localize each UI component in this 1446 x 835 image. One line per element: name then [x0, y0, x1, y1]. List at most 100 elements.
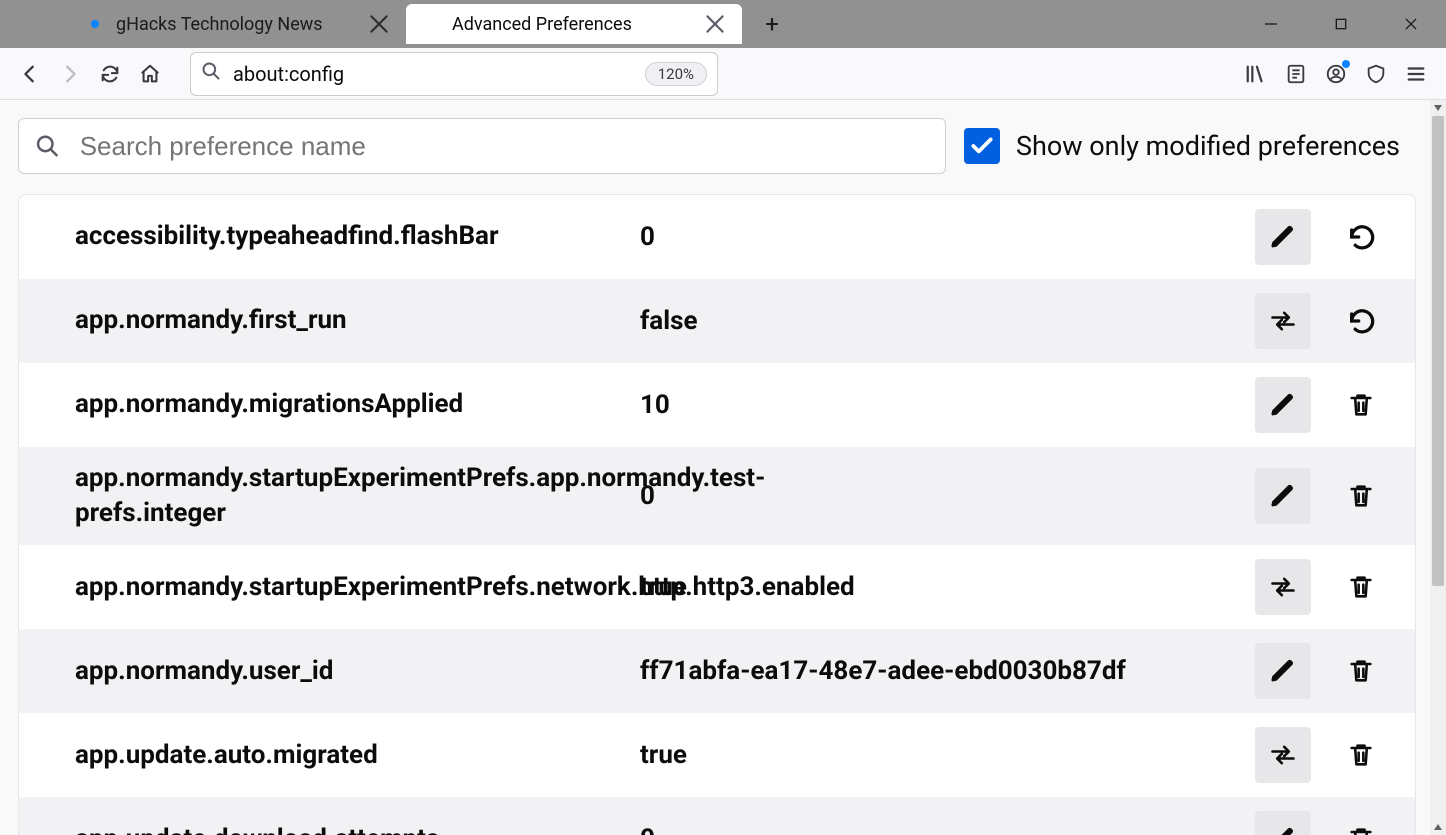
new-tab-button[interactable]: +: [754, 6, 790, 42]
pref-actions: [1255, 811, 1389, 835]
pref-value: 0: [640, 824, 1255, 835]
zoom-indicator[interactable]: 120%: [645, 62, 707, 86]
pref-row: app.normandy.first_runfalse: [19, 279, 1415, 363]
pref-row: app.update.download.attempts0: [19, 797, 1415, 835]
pref-actions: [1255, 377, 1389, 433]
edit-icon: [1269, 482, 1297, 510]
pref-row: app.normandy.startupExperimentPrefs.netw…: [19, 545, 1415, 629]
edit-icon: [1269, 825, 1297, 835]
pref-value: 0: [640, 481, 1255, 511]
edit-button[interactable]: [1255, 811, 1311, 835]
reset-icon: [1347, 223, 1375, 251]
home-button[interactable]: [130, 54, 170, 94]
pref-name: app.normandy.user_id: [75, 654, 640, 689]
pref-value: 0: [640, 222, 1255, 252]
navbar: about:config 120%: [0, 48, 1446, 100]
pref-name: app.normandy.migrationsApplied: [75, 387, 640, 422]
pref-name: app.update.download.attempts: [75, 822, 640, 835]
delete-button[interactable]: [1333, 727, 1389, 783]
reset-button[interactable]: [1333, 209, 1389, 265]
maximize-button[interactable]: [1306, 0, 1376, 48]
toggle-icon: [1269, 307, 1297, 335]
account-button[interactable]: [1316, 54, 1356, 94]
pref-value: false: [640, 306, 1255, 336]
pref-row: app.normandy.startupExperimentPrefs.app.…: [19, 447, 1415, 545]
delete-button[interactable]: [1333, 377, 1389, 433]
pref-value: true: [640, 740, 1255, 770]
tab-advanced-preferences[interactable]: Advanced Preferences: [406, 4, 742, 44]
pref-value: true: [640, 572, 1255, 602]
pref-name: app.update.auto.migrated: [75, 738, 640, 773]
edit-button[interactable]: [1255, 377, 1311, 433]
search-icon: [35, 133, 60, 159]
library-button[interactable]: [1236, 54, 1276, 94]
pref-actions: [1255, 209, 1389, 265]
delete-icon: [1347, 657, 1375, 685]
edit-button[interactable]: [1255, 468, 1311, 524]
back-button[interactable]: [10, 54, 50, 94]
close-tab-button[interactable]: [702, 11, 728, 37]
delete-icon: [1347, 573, 1375, 601]
edit-button[interactable]: [1255, 209, 1311, 265]
about-config-content: Show only modified preferences accessibi…: [0, 100, 1430, 835]
urlbar[interactable]: about:config 120%: [190, 52, 718, 96]
reader-view-button[interactable]: [1276, 54, 1316, 94]
delete-icon: [1347, 482, 1375, 510]
pref-row: app.normandy.user_idff71abfa-ea17-48e7-a…: [19, 629, 1415, 713]
delete-button[interactable]: [1333, 811, 1389, 835]
pref-actions: [1255, 727, 1389, 783]
forward-button[interactable]: [50, 54, 90, 94]
ublock-button[interactable]: [1356, 54, 1396, 94]
pref-actions: [1255, 643, 1389, 699]
pref-name: app.normandy.first_run: [75, 303, 640, 338]
edit-button[interactable]: [1255, 643, 1311, 699]
pref-actions: [1255, 468, 1389, 524]
toggle-icon: [1269, 573, 1297, 601]
preference-search[interactable]: [18, 118, 946, 174]
pref-actions: [1255, 559, 1389, 615]
checkbox-checked-icon: [964, 128, 1000, 164]
tab-ghacks[interactable]: gHacks Technology News: [70, 4, 406, 44]
scroll-down-button[interactable]: [1430, 819, 1446, 835]
toggle-button[interactable]: [1255, 727, 1311, 783]
reset-button[interactable]: [1333, 293, 1389, 349]
vertical-scrollbar[interactable]: [1430, 100, 1446, 835]
window-controls: [1236, 0, 1446, 48]
reload-button[interactable]: [90, 54, 130, 94]
app-menu-button[interactable]: [1396, 54, 1436, 94]
delete-button[interactable]: [1333, 559, 1389, 615]
edit-icon: [1269, 223, 1297, 251]
notification-dot-icon: [1342, 60, 1350, 68]
pref-row: accessibility.typeaheadfind.flashBar0: [19, 195, 1415, 279]
delete-button[interactable]: [1333, 468, 1389, 524]
preference-search-input[interactable]: [80, 131, 929, 162]
toggle-button[interactable]: [1255, 559, 1311, 615]
delete-button[interactable]: [1333, 643, 1389, 699]
delete-icon: [1347, 825, 1375, 835]
pref-actions: [1255, 293, 1389, 349]
tab-title: gHacks Technology News: [116, 14, 366, 35]
pref-row: app.update.auto.migratedtrue: [19, 713, 1415, 797]
pref-name: accessibility.typeaheadfind.flashBar: [75, 219, 640, 254]
pref-name: app.normandy.startupExperimentPrefs.app.…: [75, 461, 640, 531]
minimize-button[interactable]: [1236, 0, 1306, 48]
delete-icon: [1347, 741, 1375, 769]
close-tab-button[interactable]: [366, 11, 392, 37]
preferences-table: accessibility.typeaheadfind.flashBar0app…: [18, 194, 1416, 835]
url-text: about:config: [233, 62, 645, 86]
show-modified-toggle[interactable]: Show only modified preferences: [964, 128, 1400, 164]
close-window-button[interactable]: [1376, 0, 1446, 48]
pref-value: 10: [640, 390, 1255, 420]
titlebar: gHacks Technology News Advanced Preferen…: [0, 0, 1446, 48]
tab-title: Advanced Preferences: [452, 14, 702, 35]
toggle-button[interactable]: [1255, 293, 1311, 349]
search-icon: [201, 61, 221, 86]
scroll-up-button[interactable]: [1430, 100, 1446, 116]
toggle-icon: [1269, 741, 1297, 769]
edit-icon: [1269, 657, 1297, 685]
edit-icon: [1269, 391, 1297, 419]
scrollbar-thumb[interactable]: [1432, 116, 1444, 586]
pref-value: ff71abfa-ea17-48e7-adee-ebd0030b87df: [640, 656, 1255, 686]
favicon-blank: [422, 15, 440, 33]
loading-indicator-icon: [86, 15, 104, 33]
